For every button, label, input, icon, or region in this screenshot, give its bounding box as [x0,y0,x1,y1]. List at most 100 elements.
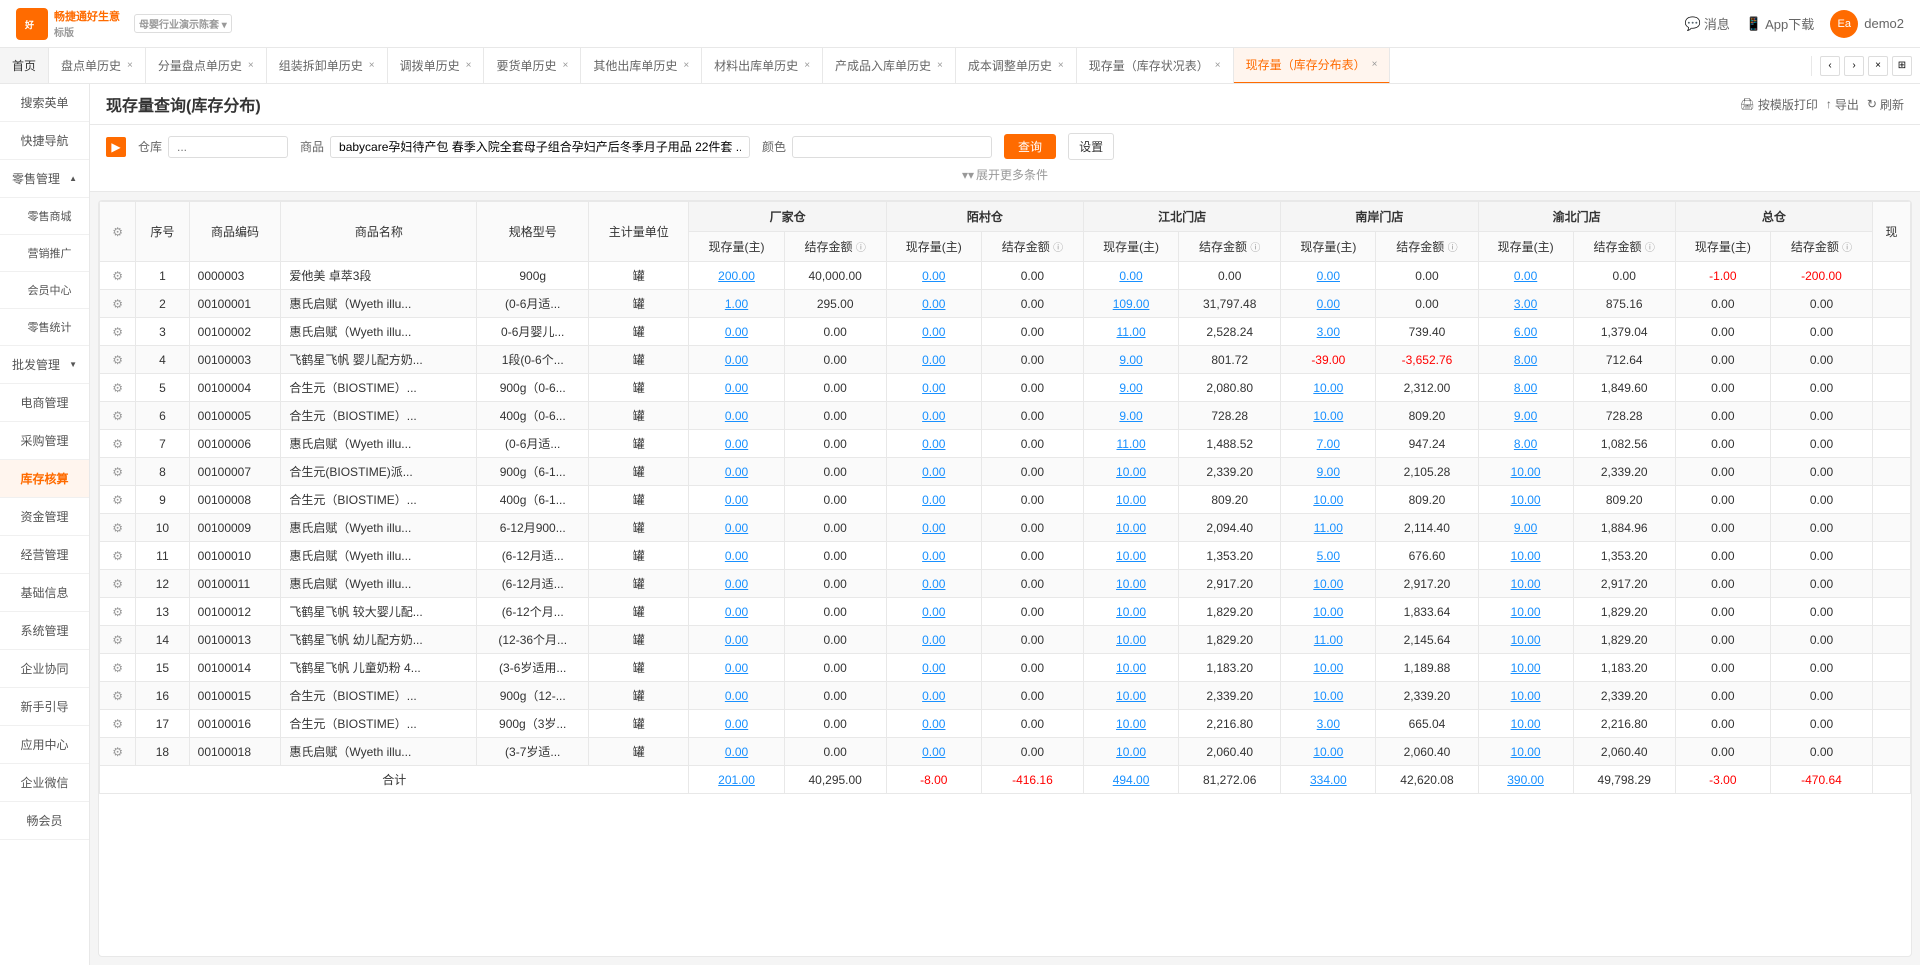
row-na-qty[interactable]: 11.00 [1281,626,1376,654]
row-na-qty[interactable]: -39.00 [1281,346,1376,374]
export-btn[interactable]: ↑ 导出 [1826,96,1859,113]
row-jb-qty[interactable]: 9.00 [1083,402,1178,430]
row-yb-qty[interactable]: 9.00 [1478,402,1573,430]
row-gear[interactable]: ⚙ [100,402,136,430]
row-yb-qty[interactable]: 8.00 [1478,374,1573,402]
row-mc-qty[interactable]: 0.00 [886,682,981,710]
sidebar-item-marketing[interactable]: 营销推广 [0,235,89,272]
warehouse-input[interactable] [168,136,288,158]
close-tab-assembl[interactable]: × [369,60,375,71]
row-mc-qty[interactable]: 0.00 [886,374,981,402]
row-mc-qty[interactable]: 0.00 [886,738,981,766]
row-mc-qty[interactable]: 0.00 [886,346,981,374]
row-fj-qty[interactable]: 0.00 [689,346,784,374]
close-tab-panding[interactable]: × [127,60,133,71]
row-na-qty[interactable]: 3.00 [1281,318,1376,346]
row-fj-qty[interactable]: 0.00 [689,570,784,598]
sidebar-item-ecommerce[interactable]: 电商管理 [0,384,89,422]
row-gear[interactable]: ⚙ [100,458,136,486]
tab-assembl[interactable]: 组装拆卸单历史 × [267,48,388,84]
sidebar-item-guide[interactable]: 新手引导 [0,688,89,726]
row-jb-qty[interactable]: 9.00 [1083,374,1178,402]
total-fj-qty[interactable]: 201.00 [689,766,784,794]
row-fj-qty[interactable]: 1.00 [689,290,784,318]
tab-diaob[interactable]: 调拨单历史 × [388,48,485,84]
sidebar-item-system[interactable]: 系统管理 [0,612,89,650]
row-mc-qty[interactable]: 0.00 [886,262,981,290]
sidebar-item-search[interactable]: 搜索英单 [0,84,89,122]
row-yb-qty[interactable]: 10.00 [1478,710,1573,738]
row-yb-qty[interactable]: 8.00 [1478,430,1573,458]
row-jb-qty[interactable]: 10.00 [1083,542,1178,570]
row-yb-qty[interactable]: 10.00 [1478,654,1573,682]
nav-close-btn[interactable]: × [1868,56,1888,76]
row-gear[interactable]: ⚙ [100,682,136,710]
row-gear[interactable]: ⚙ [100,710,136,738]
close-tab-cost-adj[interactable]: × [1058,60,1064,71]
row-gear[interactable]: ⚙ [100,626,136,654]
close-tab-material[interactable]: × [804,60,810,71]
tab-stock-dist[interactable]: 现存量（库存分布表） × [1234,48,1391,84]
row-fj-qty[interactable]: 0.00 [689,430,784,458]
row-jb-qty[interactable]: 109.00 [1083,290,1178,318]
tab-stock-status[interactable]: 现存量（库存状况表） × [1077,48,1234,84]
row-fj-qty[interactable]: 0.00 [689,402,784,430]
row-jb-qty[interactable]: 10.00 [1083,598,1178,626]
tab-other-out[interactable]: 其他出库单历史 × [581,48,702,84]
row-na-qty[interactable]: 10.00 [1281,486,1376,514]
print-btn[interactable]: 🖨 按模版打印 [1740,96,1818,113]
total-jb-qty[interactable]: 494.00 [1083,766,1178,794]
row-gear[interactable]: ⚙ [100,290,136,318]
row-mc-qty[interactable]: 0.00 [886,598,981,626]
row-gear[interactable]: ⚙ [100,514,136,542]
row-fj-qty[interactable]: 0.00 [689,318,784,346]
tab-fpanding[interactable]: 分量盘点单历史 × [146,48,267,84]
sidebar-item-purchase[interactable]: 采购管理 [0,422,89,460]
row-yb-qty[interactable]: 3.00 [1478,290,1573,318]
row-mc-qty[interactable]: 0.00 [886,626,981,654]
total-na-qty[interactable]: 334.00 [1281,766,1376,794]
sidebar-item-quick-nav[interactable]: 快捷导航 [0,122,89,160]
sidebar-item-enterprise[interactable]: 企业协同 [0,650,89,688]
row-yb-qty[interactable]: 8.00 [1478,346,1573,374]
sidebar-item-app-center[interactable]: 应用中心 [0,726,89,764]
sidebar-item-operations[interactable]: 经营管理 [0,536,89,574]
row-yb-qty[interactable]: 10.00 [1478,458,1573,486]
row-yb-qty[interactable]: 10.00 [1478,542,1573,570]
row-na-qty[interactable]: 11.00 [1281,514,1376,542]
row-gear[interactable]: ⚙ [100,570,136,598]
row-gear[interactable]: ⚙ [100,486,136,514]
row-fj-qty[interactable]: 0.00 [689,738,784,766]
sidebar-item-member[interactable]: 会员中心 [0,272,89,309]
row-yb-qty[interactable]: 10.00 [1478,598,1573,626]
row-mc-qty[interactable]: 0.00 [886,458,981,486]
close-tab-production[interactable]: × [937,60,943,71]
close-tab-other-out[interactable]: × [683,60,689,71]
industry-selector[interactable]: 母婴行业演示陈套 ▾ [134,14,232,33]
sidebar-item-retail-mgmt[interactable]: 零售管理 ▲ [0,160,89,198]
tab-material[interactable]: 材料出库单历史 × [702,48,823,84]
row-jb-qty[interactable]: 10.00 [1083,710,1178,738]
row-gear[interactable]: ⚙ [100,318,136,346]
row-gear[interactable]: ⚙ [100,654,136,682]
row-jb-qty[interactable]: 10.00 [1083,654,1178,682]
sidebar-item-inventory[interactable]: 库存核算 [0,460,89,498]
row-gear[interactable]: ⚙ [100,374,136,402]
row-na-qty[interactable]: 0.00 [1281,262,1376,290]
row-yb-qty[interactable]: 10.00 [1478,682,1573,710]
nav-expand-btn[interactable]: ⊞ [1892,56,1912,76]
query-btn[interactable]: 查询 [1004,134,1056,159]
close-tab-diaob[interactable]: × [466,60,472,71]
row-mc-qty[interactable]: 0.00 [886,290,981,318]
row-fj-qty[interactable]: 0.00 [689,458,784,486]
row-jb-qty[interactable]: 9.00 [1083,346,1178,374]
row-na-qty[interactable]: 10.00 [1281,654,1376,682]
sidebar-item-wholesale[interactable]: 批发管理 ▼ [0,346,89,384]
row-fj-qty[interactable]: 0.00 [689,514,784,542]
row-fj-qty[interactable]: 0.00 [689,486,784,514]
row-fj-qty[interactable]: 200.00 [689,262,784,290]
row-fj-qty[interactable]: 0.00 [689,710,784,738]
row-fj-qty[interactable]: 0.00 [689,682,784,710]
row-na-qty[interactable]: 10.00 [1281,374,1376,402]
row-mc-qty[interactable]: 0.00 [886,402,981,430]
